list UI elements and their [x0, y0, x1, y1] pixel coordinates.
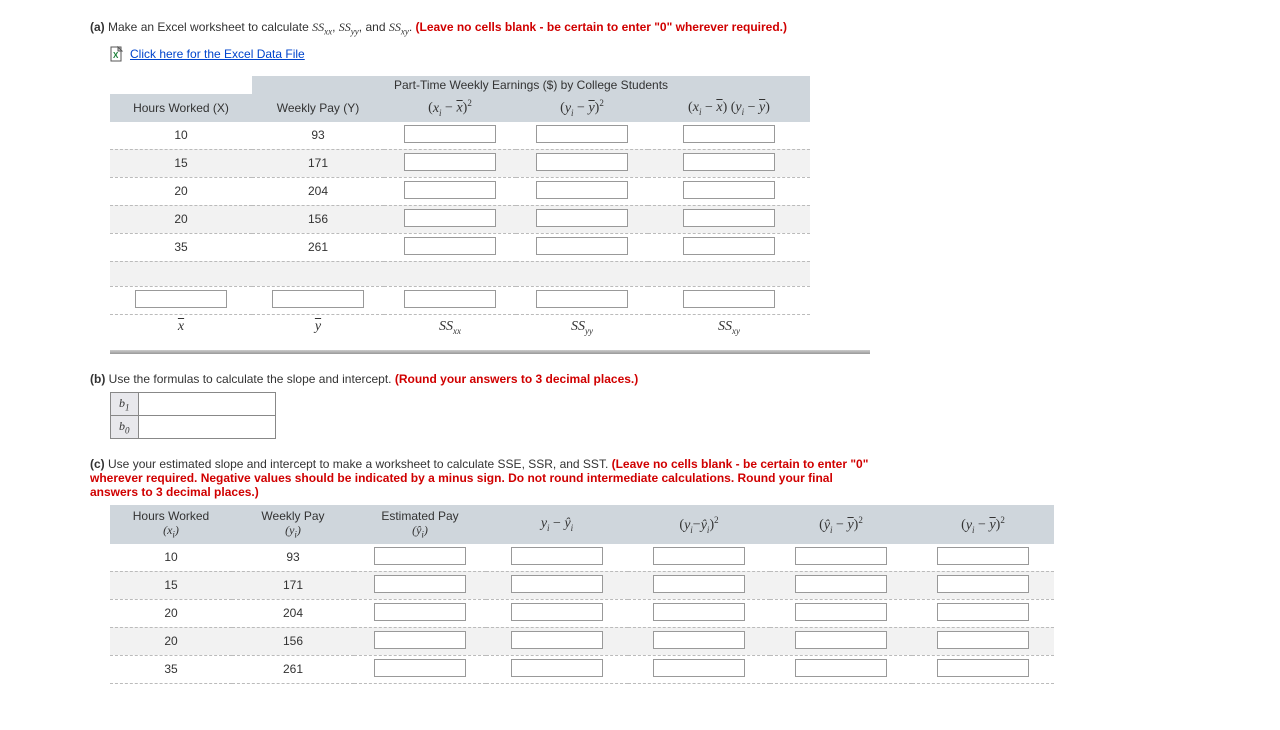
- colc-tot-sq: (yi − y)2: [912, 505, 1054, 543]
- part-a-red: (Leave no cells blank - be certain to en…: [416, 20, 788, 34]
- ssyy-sym: SSyy: [339, 20, 359, 34]
- input-totsq[interactable]: [937, 659, 1029, 677]
- col-xdev-sq: (xi − x)2: [384, 94, 516, 121]
- part-b-text: Use the formulas to calculate the slope …: [109, 372, 395, 386]
- input-ydevsq[interactable]: [536, 125, 628, 143]
- part-c-prompt: (c) Use your estimated slope and interce…: [90, 457, 870, 499]
- input-cross[interactable]: [683, 209, 775, 227]
- input-residsq[interactable]: [653, 631, 745, 649]
- input-xdevsq[interactable]: [404, 181, 496, 199]
- part-b-red: (Round your answers to 3 decimal places.…: [395, 372, 638, 386]
- input-ydevsq[interactable]: [536, 209, 628, 227]
- input-regsq[interactable]: [795, 575, 887, 593]
- part-b-label: (b): [90, 372, 105, 386]
- input-cross[interactable]: [683, 153, 775, 171]
- input-b0[interactable]: [147, 420, 267, 434]
- ssxx-label: SSxx: [384, 314, 516, 339]
- colc-pay: Weekly Pay(yi): [232, 505, 354, 543]
- table-title: Part-Time Weekly Earnings ($) by College…: [252, 76, 810, 94]
- input-xdevsq[interactable]: [404, 153, 496, 171]
- ssxy-sym: SSxy: [389, 20, 409, 34]
- b0-label: b0: [111, 416, 139, 439]
- cell-x: 10: [110, 122, 252, 150]
- input-ydevsq[interactable]: [536, 237, 628, 255]
- input-ydevsq[interactable]: [536, 181, 628, 199]
- input-cross[interactable]: [683, 125, 775, 143]
- input-residsq[interactable]: [653, 547, 745, 565]
- input-ssxx[interactable]: [404, 290, 496, 308]
- input-xdevsq[interactable]: [404, 237, 496, 255]
- input-b1[interactable]: [147, 397, 267, 411]
- input-xdevsq[interactable]: [404, 209, 496, 227]
- xbar-label: x: [110, 314, 252, 339]
- colc-resid-sq: (yi−ŷi)2: [628, 505, 770, 543]
- colc-reg-sq: (ŷi − y)2: [770, 505, 912, 543]
- input-residsq[interactable]: [653, 575, 745, 593]
- part-a-text1: Make an Excel worksheet to calculate: [108, 20, 312, 34]
- input-xdevsq[interactable]: [404, 125, 496, 143]
- input-resid[interactable]: [511, 631, 603, 649]
- excel-link-row: X Click here for the Excel Data File: [110, 46, 1190, 62]
- input-ydevsq[interactable]: [536, 153, 628, 171]
- input-cross[interactable]: [683, 181, 775, 199]
- input-residsq[interactable]: [653, 659, 745, 677]
- input-ssxy[interactable]: [683, 290, 775, 308]
- part-a-table: Part-Time Weekly Earnings ($) by College…: [110, 76, 1190, 353]
- input-regsq[interactable]: [795, 659, 887, 677]
- input-regsq[interactable]: [795, 603, 887, 621]
- colc-resid: yi − ŷi: [486, 505, 628, 543]
- ssxx-sym: SSxx: [312, 20, 332, 34]
- col-ydev-sq: (yi − y)2: [516, 94, 648, 121]
- colc-hours: Hours Worked(xi): [110, 505, 232, 543]
- input-resid[interactable]: [511, 603, 603, 621]
- col-cross-dev: (xi − x) (yi − y): [648, 94, 810, 121]
- input-est[interactable]: [374, 631, 466, 649]
- svg-text:X: X: [113, 51, 119, 60]
- part-a-prompt: (a) Make an Excel worksheet to calculate…: [90, 20, 1190, 36]
- input-est[interactable]: [374, 659, 466, 677]
- input-est[interactable]: [374, 575, 466, 593]
- input-totsq[interactable]: [937, 603, 1029, 621]
- ybar-label: y: [252, 314, 384, 339]
- excel-data-link[interactable]: Click here for the Excel Data File: [130, 47, 305, 61]
- input-est[interactable]: [374, 603, 466, 621]
- input-xbar[interactable]: [135, 290, 227, 308]
- input-totsq[interactable]: [937, 547, 1029, 565]
- input-totsq[interactable]: [937, 631, 1029, 649]
- part-c-label: (c): [90, 457, 105, 471]
- part-b-prompt: (b) Use the formulas to calculate the sl…: [90, 372, 1190, 386]
- part-c-text: Use your estimated slope and intercept t…: [108, 457, 612, 471]
- input-regsq[interactable]: [795, 547, 887, 565]
- coef-table: b1 b0: [110, 392, 1190, 440]
- input-totsq[interactable]: [937, 575, 1029, 593]
- colc-est: Estimated Pay(ŷi): [354, 505, 486, 543]
- input-est[interactable]: [374, 547, 466, 565]
- input-cross[interactable]: [683, 237, 775, 255]
- excel-file-icon: X: [110, 46, 124, 62]
- ssxy-label: SSxy: [648, 314, 810, 339]
- input-ybar[interactable]: [272, 290, 364, 308]
- col-weekly-pay: Weekly Pay (Y): [252, 94, 384, 121]
- input-regsq[interactable]: [795, 631, 887, 649]
- part-c-table: Hours Worked(xi) Weekly Pay(yi) Estimate…: [110, 505, 1190, 683]
- b1-label: b1: [111, 392, 139, 415]
- input-residsq[interactable]: [653, 603, 745, 621]
- input-resid[interactable]: [511, 575, 603, 593]
- cell-y: 93: [252, 122, 384, 150]
- col-hours-worked: Hours Worked (X): [110, 94, 252, 121]
- input-resid[interactable]: [511, 547, 603, 565]
- input-ssyy[interactable]: [536, 290, 628, 308]
- ssyy-label: SSyy: [516, 314, 648, 339]
- part-a-label: (a): [90, 20, 105, 34]
- input-resid[interactable]: [511, 659, 603, 677]
